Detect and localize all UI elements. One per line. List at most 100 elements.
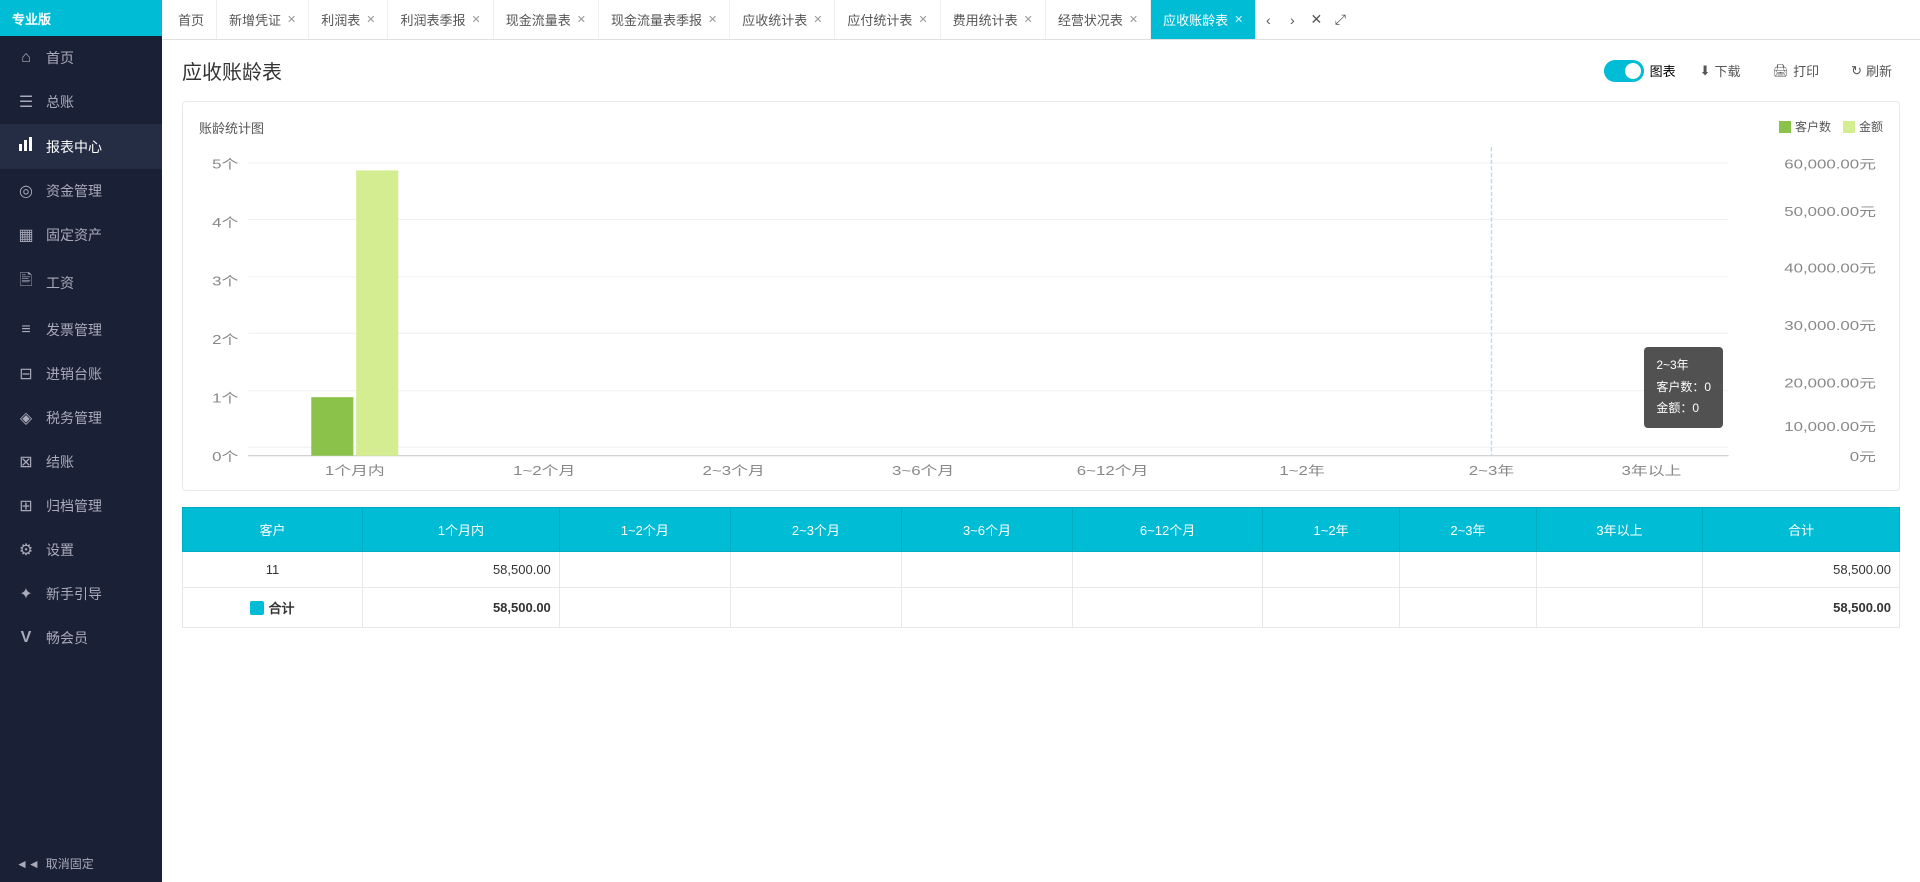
tab-cashflow-close[interactable]: ✕ [577, 13, 586, 26]
sidebar-item-label: 首页 [46, 48, 74, 68]
sidebar-item-guide[interactable]: ✦ 新手引导 [0, 572, 162, 616]
tab-maximize[interactable]: ⤢ [1328, 0, 1352, 40]
tab-aging-label: 应收账龄表 [1163, 10, 1228, 29]
legend-customer-color [1779, 121, 1791, 133]
tab-new-voucher-close[interactable]: ✕ [287, 13, 296, 26]
tab-close-all[interactable]: ✕ [1304, 0, 1328, 40]
chart-title: 账龄统计图 [199, 118, 1883, 137]
sidebar-item-label: 畅会员 [46, 628, 88, 648]
tab-receivable-stats-close[interactable]: ✕ [813, 13, 822, 26]
total-2-3m [730, 588, 901, 628]
pin-label: 取消固定 [46, 855, 94, 872]
svg-text:2~3个月: 2~3个月 [703, 464, 765, 477]
cell-1-2m [559, 552, 730, 588]
total-label: 合计 [191, 598, 354, 617]
svg-text:20,000.00元: 20,000.00元 [1784, 376, 1876, 391]
sidebar-item-home[interactable]: ⌂ 首页 [0, 36, 162, 80]
tab-biz-status[interactable]: 经营状况表 ✕ [1046, 0, 1151, 40]
total-1-2y [1263, 588, 1400, 628]
app-logo: 专业版 [0, 0, 162, 36]
svg-text:2个: 2个 [212, 333, 238, 348]
download-icon: ⬇ [1700, 63, 1711, 79]
sidebar-item-ledger[interactable]: ☰ 总账 [0, 80, 162, 124]
tab-payable-stats-close[interactable]: ✕ [918, 13, 927, 26]
tab-profit-close[interactable]: ✕ [366, 13, 375, 26]
tab-cashflow-quarterly[interactable]: 现金流量表季报 ✕ [599, 0, 730, 40]
data-table: 客户 1个月内 1~2个月 2~3个月 3~6个月 6~12个月 1~2年 2~… [182, 507, 1900, 628]
tab-new-voucher[interactable]: 新增凭证 ✕ [217, 0, 309, 40]
svg-text:3个: 3个 [212, 274, 238, 289]
total-row: 合计 58,500.00 58,500.00 [183, 588, 1900, 628]
tab-profit-quarterly-close[interactable]: ✕ [472, 13, 481, 26]
chart-toggle[interactable]: 图表 [1604, 60, 1676, 82]
svg-text:1~2年: 1~2年 [1279, 464, 1324, 477]
sidebar-item-fund-mgmt[interactable]: ◎ 资金管理 [0, 169, 162, 213]
sidebar-item-close-account[interactable]: ⊠ 结账 [0, 440, 162, 484]
svg-text:0个: 0个 [212, 450, 238, 465]
tab-aging[interactable]: 应收账龄表 ✕ [1151, 0, 1256, 40]
legend-customer-label: 客户数 [1795, 118, 1831, 135]
tab-cashflow[interactable]: 现金流量表 ✕ [494, 0, 599, 40]
sidebar-item-payroll[interactable]: 🖹 工资 [0, 257, 162, 308]
tab-expense-stats-label: 费用统计表 [953, 10, 1018, 29]
archive-icon: ⊞ [16, 496, 36, 516]
print-button[interactable]: 🖨 打印 [1765, 57, 1828, 84]
cell-3y-plus [1536, 552, 1702, 588]
sidebar-pin-toggle[interactable]: ◄◄ 取消固定 [0, 845, 162, 882]
total-1-2m [559, 588, 730, 628]
toggle-control[interactable] [1604, 60, 1644, 82]
tab-scroll-right[interactable]: › [1280, 0, 1304, 40]
col-header-3-6m: 3~6个月 [901, 508, 1072, 552]
svg-text:4个: 4个 [212, 216, 238, 231]
tab-aging-close[interactable]: ✕ [1234, 13, 1243, 26]
sidebar-item-fixed-assets[interactable]: ▦ 固定资产 [0, 213, 162, 257]
sidebar-item-archive[interactable]: ⊞ 归档管理 [0, 484, 162, 528]
chart-area: 账龄统计图 客户数 金额 5个 4个 3个 2个 [182, 101, 1900, 491]
sidebar-item-tax[interactable]: ◈ 税务管理 [0, 396, 162, 440]
svg-text:10,000.00元: 10,000.00元 [1784, 420, 1876, 435]
tab-biz-status-label: 经营状况表 [1058, 10, 1123, 29]
col-header-total: 合计 [1703, 508, 1900, 552]
svg-text:1~2个月: 1~2个月 [513, 464, 575, 477]
tab-profit-quarterly[interactable]: 利润表季报 ✕ [388, 0, 493, 40]
refresh-button[interactable]: ↻ 刷新 [1843, 57, 1900, 84]
page-title: 应收账龄表 [182, 56, 282, 85]
tab-profit-label: 利润表 [321, 10, 360, 29]
tab-cashflow-quarterly-close[interactable]: ✕ [708, 13, 717, 26]
tab-profit-quarterly-label: 利润表季报 [400, 10, 465, 29]
ledger-icon: ☰ [16, 92, 36, 112]
tab-biz-status-close[interactable]: ✕ [1129, 13, 1138, 26]
tab-payable-stats[interactable]: 应付统计表 ✕ [835, 0, 940, 40]
refresh-icon: ↻ [1851, 63, 1862, 79]
tab-expense-stats-close[interactable]: ✕ [1024, 13, 1033, 26]
sidebar-item-invoice[interactable]: ≡ 发票管理 [0, 308, 162, 352]
col-header-1-2y: 1~2年 [1263, 508, 1400, 552]
tab-expense-stats[interactable]: 费用统计表 ✕ [941, 0, 1046, 40]
sidebar-item-label: 结账 [46, 452, 74, 472]
svg-text:2~3年: 2~3年 [1469, 464, 1514, 477]
sidebar-item-label: 设置 [46, 540, 74, 560]
tab-receivable-stats-label: 应收统计表 [742, 10, 807, 29]
fund-icon: ◎ [16, 181, 36, 201]
refresh-label: 刷新 [1866, 61, 1892, 80]
svg-text:3~6个月: 3~6个月 [892, 464, 954, 477]
tab-receivable-stats[interactable]: 应收统计表 ✕ [730, 0, 835, 40]
tab-payable-stats-label: 应付统计表 [847, 10, 912, 29]
sidebar-item-vip[interactable]: V 畅会员 [0, 616, 162, 660]
chart-svg: 5个 4个 3个 2个 1个 0个 60,000.00元 50,000.00元 … [199, 147, 1883, 477]
download-label: 下载 [1715, 61, 1741, 80]
sidebar-item-sales-ledger[interactable]: ⊟ 进销台账 [0, 352, 162, 396]
sidebar-item-label: 进销台账 [46, 364, 102, 384]
legend-customer-count: 客户数 [1779, 118, 1831, 135]
tab-home[interactable]: 首页 [166, 0, 217, 40]
download-button[interactable]: ⬇ 下载 [1692, 57, 1749, 84]
close-account-icon: ⊠ [16, 452, 36, 472]
sidebar-item-settings[interactable]: ⚙ 设置 [0, 528, 162, 572]
tab-profit[interactable]: 利润表 ✕ [309, 0, 388, 40]
tab-scroll-left[interactable]: ‹ [1256, 0, 1280, 40]
total-icon [250, 601, 264, 615]
cell-1m: 58,500.00 [363, 552, 560, 588]
sidebar-item-report-center[interactable]: 报表中心 [0, 124, 162, 169]
sales-icon: ⊟ [16, 364, 36, 384]
svg-text:5个: 5个 [212, 157, 238, 172]
